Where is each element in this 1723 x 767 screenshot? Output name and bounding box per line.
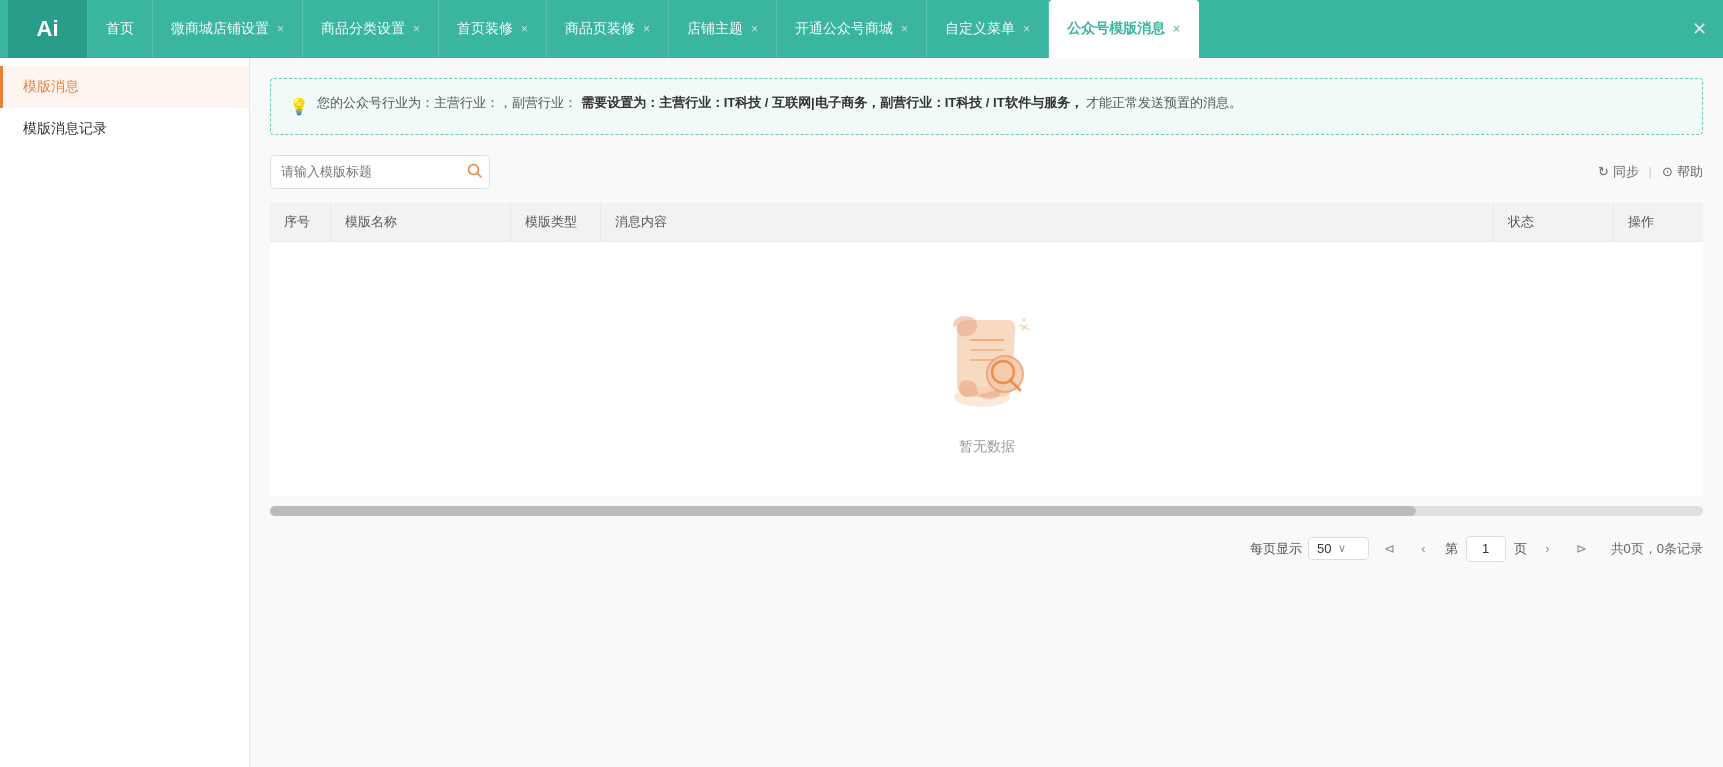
current-page-input[interactable] (1466, 536, 1506, 562)
tab-open-wechat-store[interactable]: 开通公众号商城 × (777, 0, 927, 58)
tab-home[interactable]: 首页 (88, 0, 153, 58)
sync-label: 同步 (1613, 163, 1639, 181)
table-body: 暂无数据 (270, 241, 1703, 496)
table-header-row: 序号 模版名称 模版类型 消息内容 状态 操作 (270, 203, 1703, 242)
col-header-status: 状态 (1493, 203, 1613, 242)
pagination: 每页显示 50 ∨ ⊲ ‹ 第 页 › ⊳ 共0页，0条记录 (270, 526, 1703, 566)
tab-wechat-shop-settings[interactable]: 微商城店铺设置 × (153, 0, 303, 58)
app-logo: Ai (8, 0, 88, 58)
col-header-content: 消息内容 (600, 203, 1493, 242)
empty-state: 暂无数据 (270, 242, 1703, 496)
page-prev-button[interactable]: ‹ (1411, 536, 1437, 562)
close-tab-product-category[interactable]: × (413, 22, 420, 36)
close-tab-custom-menu[interactable]: × (1023, 22, 1030, 36)
table-empty-row: 暂无数据 (270, 241, 1703, 496)
col-header-name: 模版名称 (330, 203, 510, 242)
horizontal-scrollbar[interactable] (270, 506, 1703, 516)
table-head: 序号 模版名称 模版类型 消息内容 状态 操作 (270, 203, 1703, 242)
page-label-suffix: 页 (1514, 540, 1527, 558)
close-tab-shop-theme[interactable]: × (751, 22, 758, 36)
tab-homepage-decoration[interactable]: 首页装修 × (439, 0, 547, 58)
sidebar-item-template-message-records[interactable]: 模版消息记录 (0, 108, 249, 150)
per-page-label: 每页显示 (1250, 540, 1302, 558)
search-input[interactable] (270, 155, 490, 189)
page-first-button[interactable]: ⊲ (1377, 536, 1403, 562)
tab-shop-theme[interactable]: 店铺主题 × (669, 0, 777, 58)
per-page-select: 每页显示 50 ∨ (1250, 537, 1368, 560)
toolbar-right: ↻ 同步 | ⊙ 帮助 (1598, 163, 1703, 181)
page-label-prefix: 第 (1445, 540, 1458, 558)
notice-text: 您的公众号行业为：主营行业：，副营行业： 需要设置为：主营行业：IT科技 / 互… (317, 93, 1242, 114)
help-button[interactable]: ⊙ 帮助 (1662, 163, 1703, 181)
close-all-tabs-button[interactable]: ✕ (1692, 18, 1707, 40)
close-tab-wechat-shop-settings[interactable]: × (277, 22, 284, 36)
help-icon: ⊙ (1662, 164, 1673, 179)
close-tab-wechat-template-msg[interactable]: × (1173, 22, 1180, 36)
per-page-value: 50 (1317, 541, 1331, 556)
page-total: 共0页，0条记录 (1611, 540, 1703, 558)
sidebar: 模版消息 模版消息记录 (0, 58, 250, 767)
notice-box: 💡 您的公众号行业为：主营行业：，副营行业： 需要设置为：主营行业：IT科技 /… (270, 78, 1703, 135)
page-next-button[interactable]: › (1535, 536, 1561, 562)
tab-product-page-decoration[interactable]: 商品页装修 × (547, 0, 669, 58)
svg-line-1 (478, 173, 482, 177)
tab-wechat-template-msg[interactable]: 公众号模版消息 × (1049, 0, 1199, 58)
close-tab-product-page-decoration[interactable]: × (643, 22, 650, 36)
close-tab-homepage-decoration[interactable]: × (521, 22, 528, 36)
tab-product-category[interactable]: 商品分类设置 × (303, 0, 439, 58)
data-table: 序号 模版名称 模版类型 消息内容 状态 操作 (270, 203, 1703, 496)
main-content: 💡 您的公众号行业为：主营行业：，副营行业： 需要设置为：主营行业：IT科技 /… (250, 58, 1723, 767)
close-tab-open-wechat-store[interactable]: × (901, 22, 908, 36)
help-label: 帮助 (1677, 163, 1703, 181)
notice-highlight: 需要设置为：主营行业：IT科技 / 互联网|电子商务，副营行业：IT科技 / I… (581, 95, 1083, 110)
search-bar: ↻ 同步 | ⊙ 帮助 (270, 155, 1703, 189)
svg-point-11 (1022, 318, 1026, 322)
search-button[interactable] (467, 163, 482, 181)
page-layout: 模版消息 模版消息记录 💡 您的公众号行业为：主营行业：，副营行业： 需要设置为… (0, 58, 1723, 767)
col-header-index: 序号 (270, 203, 330, 242)
svg-line-10 (1020, 325, 1029, 330)
col-header-type: 模版类型 (510, 203, 600, 242)
scrollbar-thumb[interactable] (270, 506, 1416, 516)
sidebar-item-template-message[interactable]: 模版消息 (0, 66, 249, 108)
per-page-dropdown[interactable]: 50 ∨ (1308, 537, 1368, 560)
per-page-chevron-icon: ∨ (1338, 542, 1346, 555)
top-nav: Ai 首页 微商城店铺设置 × 商品分类设置 × 首页装修 × 商品页装修 × … (0, 0, 1723, 58)
search-input-wrap (270, 155, 490, 189)
empty-illustration (927, 302, 1047, 422)
empty-text: 暂无数据 (959, 438, 1015, 456)
tab-custom-menu[interactable]: 自定义菜单 × (927, 0, 1049, 58)
toolbar-divider: | (1649, 164, 1652, 179)
col-header-action: 操作 (1613, 203, 1703, 242)
page-last-button[interactable]: ⊳ (1569, 536, 1595, 562)
sync-button[interactable]: ↻ 同步 (1598, 163, 1639, 181)
notice-icon: 💡 (289, 94, 309, 120)
sync-icon: ↻ (1598, 164, 1609, 179)
